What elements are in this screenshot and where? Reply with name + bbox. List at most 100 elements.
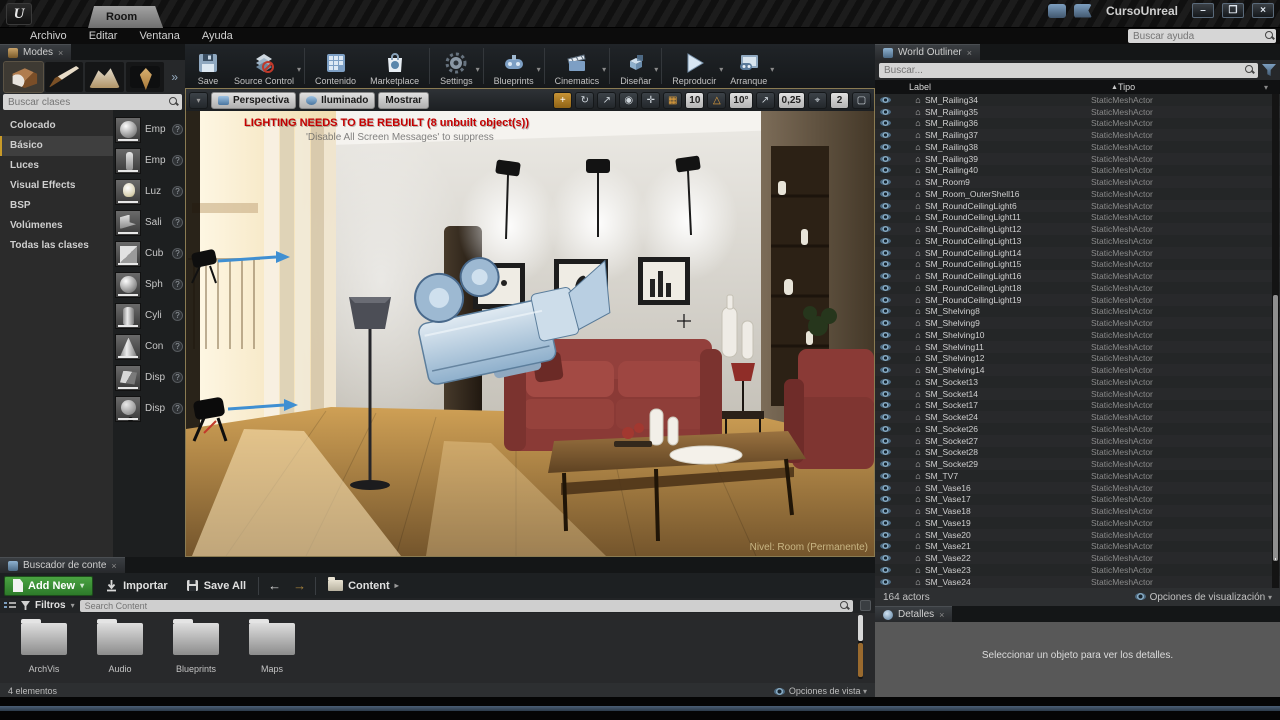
outliner-row[interactable]: ⌂ SM_Railing40 StaticMeshActor xyxy=(875,165,1280,177)
visibility-eye-icon[interactable] xyxy=(880,402,891,409)
menu-item-editar[interactable]: Editar xyxy=(89,28,118,44)
outliner-row[interactable]: ⌂ SM_RoundCeilingLight11 StaticMeshActor xyxy=(875,212,1280,224)
outliner-row[interactable]: ⌂ SM_Railing34 StaticMeshActor xyxy=(875,94,1280,106)
placeable-item[interactable]: Sali? xyxy=(115,207,183,238)
minimize-button[interactable]: – xyxy=(1192,3,1214,18)
visibility-eye-icon[interactable] xyxy=(880,202,891,209)
rotate-tool-button[interactable]: ↻ xyxy=(575,91,595,109)
outliner-row[interactable]: ⌂ SM_Vase20 StaticMeshActor xyxy=(875,528,1280,541)
content-scrollbar[interactable] xyxy=(858,615,863,679)
visibility-eye-icon[interactable] xyxy=(880,367,891,374)
move-tool-button[interactable]: + xyxy=(553,91,573,109)
visibility-eye-icon[interactable] xyxy=(880,214,891,221)
content-search-input[interactable] xyxy=(79,600,840,611)
placeable-item[interactable]: Luz? xyxy=(115,176,183,207)
outliner-column-header[interactable]: Label ▲ Tipo ▾ xyxy=(875,80,1280,94)
scale-snap-button[interactable]: ↗ xyxy=(755,91,775,109)
outliner-row[interactable]: ⌂ SM_Shelving8 StaticMeshActor xyxy=(875,306,1280,318)
grid-snap-value[interactable]: 10 xyxy=(685,91,705,109)
outliner-row[interactable]: ⌂ SM_Socket26 StaticMeshActor xyxy=(875,423,1280,435)
forward-button[interactable]: → xyxy=(290,578,309,593)
placeable-item[interactable]: Emp? xyxy=(115,145,183,176)
menu-item-ventana[interactable]: Ventana xyxy=(139,28,179,44)
outliner-row[interactable]: ⌂ SM_Room9 StaticMeshActor xyxy=(875,176,1280,188)
tab-modes[interactable]: Modes × xyxy=(0,44,72,60)
outliner-row[interactable]: ⌂ SM_RoundCeilingLight19 StaticMeshActor xyxy=(875,293,1280,306)
visibility-eye-icon[interactable] xyxy=(880,543,891,550)
surface-snap-button[interactable]: ✛ xyxy=(641,91,661,109)
outliner-row[interactable]: ⌂ SM_Vase21 StaticMeshActor xyxy=(875,541,1280,553)
more-modes-button[interactable]: » xyxy=(166,62,183,92)
visibility-eye-icon[interactable] xyxy=(880,96,891,103)
folder-item-blueprints[interactable]: Blueprints xyxy=(166,619,226,683)
visibility-eye-icon[interactable] xyxy=(880,437,891,444)
outliner-row[interactable]: ⌂ SM_Vase19 StaticMeshActor xyxy=(875,517,1280,529)
feedback-icon[interactable] xyxy=(1047,3,1066,18)
camera-speed-value[interactable]: 2 xyxy=(830,91,849,109)
title-bar[interactable]: U Room CursoUnreal – ❒ × xyxy=(0,0,1280,28)
visibility-eye-icon[interactable] xyxy=(880,237,891,244)
visibility-eye-icon[interactable] xyxy=(880,425,891,432)
outliner-row[interactable]: ⌂ SM_Socket13 StaticMeshActor xyxy=(875,376,1280,388)
viewport-options-button[interactable]: ▾ xyxy=(189,91,208,109)
outliner-row[interactable]: ⌂ SM_Railing35 StaticMeshActor xyxy=(875,105,1280,118)
marketplace-button[interactable]: Marketplace xyxy=(363,44,426,88)
outliner-row[interactable]: ⌂ SM_Railing36 StaticMeshActor xyxy=(875,118,1280,130)
perspective-button[interactable]: Perspectiva xyxy=(211,91,297,109)
outliner-row[interactable]: ⌂ SM_Shelving11 StaticMeshActor xyxy=(875,340,1280,353)
help-search-input[interactable] xyxy=(1128,30,1265,42)
visualization-options-button[interactable]: Opciones de visualización ▾ xyxy=(1134,592,1272,603)
visibility-eye-icon[interactable] xyxy=(880,484,891,491)
visibility-eye-icon[interactable] xyxy=(880,120,891,127)
outliner-row[interactable]: ⌂ SM_Socket28 StaticMeshActor xyxy=(875,447,1280,459)
visibility-eye-icon[interactable] xyxy=(880,179,891,186)
outliner-row[interactable]: ⌂ SM_RoundCeilingLight14 StaticMeshActor xyxy=(875,246,1280,259)
tab-world-outliner[interactable]: World Outliner × xyxy=(875,44,980,60)
visibility-eye-icon[interactable] xyxy=(880,378,891,385)
build-button[interactable]: Diseñar ▾ xyxy=(613,44,658,88)
placeable-item[interactable]: Emp? xyxy=(115,114,183,145)
outliner-row[interactable]: ⌂ SM_Railing38 StaticMeshActor xyxy=(875,141,1280,153)
visibility-eye-icon[interactable] xyxy=(880,555,891,562)
category-básico[interactable]: Básico xyxy=(0,136,113,156)
outliner-row[interactable]: ⌂ SM_Vase18 StaticMeshActor xyxy=(875,505,1280,517)
outliner-row[interactable]: ⌂ SM_Socket27 StaticMeshActor xyxy=(875,434,1280,447)
outliner-row[interactable]: ⌂ SM_RoundCeilingLight16 StaticMeshActor xyxy=(875,270,1280,282)
tab-details[interactable]: Detalles × xyxy=(875,606,953,622)
outliner-row[interactable]: ⌂ SM_Shelving14 StaticMeshActor xyxy=(875,364,1280,376)
source-control-button[interactable]: Source Control ▾ xyxy=(227,44,301,88)
coordinate-system-button[interactable]: ◉ xyxy=(619,91,639,109)
outliner-row[interactable]: ⌂ SM_TV7 StaticMeshActor xyxy=(875,470,1280,482)
visibility-eye-icon[interactable] xyxy=(880,296,891,303)
outliner-row[interactable]: ⌂ SM_Socket17 StaticMeshActor xyxy=(875,400,1280,412)
outliner-row[interactable]: ⌂ SM_RoundCeilingLight18 StaticMeshActor xyxy=(875,282,1280,294)
close-tab-icon[interactable]: × xyxy=(111,561,116,571)
outliner-row[interactable]: ⌂ SM_Socket24 StaticMeshActor xyxy=(875,411,1280,423)
visibility-eye-icon[interactable] xyxy=(880,167,891,174)
add-new-button[interactable]: Add New ▾ xyxy=(4,575,94,596)
camera-speed-button[interactable]: ⌖ xyxy=(808,91,827,109)
visibility-eye-icon[interactable] xyxy=(880,108,891,115)
visibility-eye-icon[interactable] xyxy=(880,284,891,291)
outliner-row[interactable]: ⌂ SM_Vase23 StaticMeshActor xyxy=(875,564,1280,576)
outliner-row[interactable]: ⌂ SM_Vase24 StaticMeshActor xyxy=(875,575,1280,588)
play-button[interactable]: Reproducir ▾ xyxy=(665,44,723,88)
content-search-box[interactable] xyxy=(79,599,853,612)
outliner-row[interactable]: ⌂ SM_Shelving10 StaticMeshActor xyxy=(875,329,1280,341)
visibility-eye-icon[interactable] xyxy=(880,449,891,456)
outliner-row[interactable]: ⌂ SM_RoundCeilingLight13 StaticMeshActor xyxy=(875,235,1280,247)
scale-tool-button[interactable]: ↗ xyxy=(597,91,617,109)
settings-button[interactable]: Settings ▾ xyxy=(433,44,480,88)
visibility-eye-icon[interactable] xyxy=(880,519,891,526)
outliner-search-box[interactable] xyxy=(879,62,1258,78)
grid-snap-button[interactable]: ▦ xyxy=(663,91,683,109)
visibility-eye-icon[interactable] xyxy=(880,249,891,256)
visibility-eye-icon[interactable] xyxy=(880,496,891,503)
sources-panel-icon[interactable] xyxy=(4,600,16,611)
placeable-item[interactable]: Disp? xyxy=(115,393,183,424)
angle-snap-value[interactable]: 10° xyxy=(729,91,753,109)
placeable-item[interactable]: Sph? xyxy=(115,269,183,300)
visibility-eye-icon[interactable] xyxy=(880,355,891,362)
visibility-eye-icon[interactable] xyxy=(880,226,891,233)
type-column-caret[interactable]: ▾ xyxy=(1264,83,1280,92)
